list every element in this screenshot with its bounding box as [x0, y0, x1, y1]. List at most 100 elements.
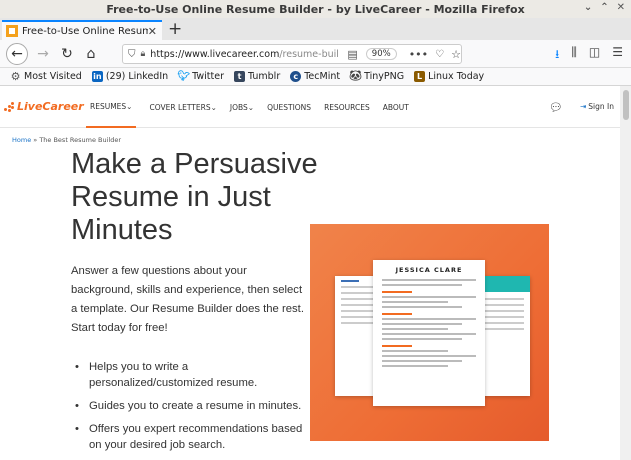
chat-icon[interactable]: 💬︎ [549, 101, 563, 114]
menu-label: RESUMES [90, 101, 127, 111]
tecmint-icon: c [290, 71, 302, 82]
text-line [382, 306, 462, 308]
text-line [382, 365, 448, 367]
section-accent-line [382, 313, 412, 315]
text-line [382, 360, 462, 362]
url-text[interactable]: https://www.livecareer.com/resume-buil [150, 49, 339, 60]
home-button[interactable]: ⌂ [80, 43, 102, 65]
menu-item-jobs[interactable]: JOBS ⌄ [230, 86, 254, 128]
new-tab-button[interactable]: + [168, 19, 182, 39]
title-bar: Free-to-Use Online Resume Builder - by L… [0, 0, 631, 18]
sign-in-icon: ⇥ [580, 102, 587, 111]
resume-preview-hero: JESSICA CLARE [310, 224, 549, 441]
resume-name: JESSICA CLARE [395, 266, 463, 274]
close-window-button[interactable]: ✕ [617, 2, 625, 13]
livecareer-favicon-icon [6, 25, 18, 37]
url-bar[interactable]: ⛉ 🔒︎ https://www.livecareer.com/resume-b… [122, 44, 462, 64]
resume-template-main: JESSICA CLARE [373, 260, 485, 406]
page-scrollbar[interactable] [620, 86, 631, 460]
lock-icon[interactable]: 🔒︎ [141, 49, 146, 59]
zoom-level-badge[interactable]: 90% [365, 48, 397, 60]
text-line [382, 284, 462, 286]
bookmark-linkedin[interactable]: in (29) LinkedIn [91, 71, 169, 82]
section-accent-line [382, 291, 412, 293]
text-line [341, 280, 359, 282]
main-menu: RESUMES ⌄ COVER LETTERS ⌄ JOBS ⌄ QUESTIO… [86, 86, 409, 128]
menu-icon[interactable]: ☰ [612, 45, 623, 66]
tab-close-icon[interactable]: ✕ [148, 25, 162, 38]
reload-button[interactable]: ↻ [56, 43, 78, 65]
text-line [382, 296, 476, 298]
download-icon[interactable]: ⭳ [555, 45, 559, 66]
linuxtoday-icon: L [414, 71, 426, 82]
bookmark-label: Tumblr [248, 71, 281, 82]
bookmark-tinypng[interactable]: 🐼︎ TinyPNG [349, 71, 404, 82]
text-line [382, 318, 476, 320]
pocket-icon[interactable]: ♡ [435, 49, 444, 60]
bookmark-most-visited[interactable]: ⚙ Most Visited [10, 70, 82, 83]
sign-in-link[interactable]: ⇥ Sign In [580, 102, 614, 111]
breadcrumb-home-link[interactable]: Home [12, 136, 31, 144]
text-line [382, 333, 476, 335]
page-actions-button[interactable]: ••• [409, 48, 428, 61]
maximize-button[interactable]: ⌃ [600, 2, 608, 13]
chevron-down-icon: ⌄ [247, 102, 255, 112]
url-host: https://www.livecareer.com [150, 48, 280, 60]
back-button[interactable]: ← [6, 43, 28, 65]
sign-in-label: Sign In [588, 102, 615, 111]
intro-paragraph: Answer a few questions about your backgr… [71, 265, 304, 334]
teal-header-bar [480, 276, 530, 292]
menu-item-questions[interactable]: QUESTIONS [267, 86, 311, 128]
window-title: Free-to-Use Online Resume Builder - by L… [106, 2, 525, 16]
reader-view-icon[interactable]: ▤ [347, 48, 357, 61]
firefox-window: Free-to-Use Online Resume Builder - by L… [0, 0, 631, 460]
menu-item-resources[interactable]: RESOURCES [324, 86, 370, 128]
sidebar-icon[interactable]: ◫ [589, 45, 600, 66]
bookmark-label: (29) LinkedIn [105, 71, 169, 82]
list-item: Helps you to write a personalized/custom… [75, 359, 315, 391]
bookmark-label: Linux Today [428, 71, 485, 82]
url-path: /resume-buil [279, 48, 339, 60]
site-header: LiveCareer RESUMES ⌄ COVER LETTERS ⌄ JOB… [0, 86, 620, 128]
text-line [382, 323, 462, 325]
section-accent-line [382, 345, 412, 347]
text-line [382, 328, 448, 330]
logo-mark-icon [4, 101, 14, 112]
logo-text: LiveCareer [17, 100, 84, 113]
list-item: Offers you expert recommendations based … [75, 421, 315, 453]
breadcrumb: Home » The Best Resume Builder [12, 136, 121, 144]
bookmark-label: Most Visited [24, 71, 82, 82]
livecareer-logo[interactable]: LiveCareer [4, 100, 84, 113]
bookmark-tumblr[interactable]: t Tumblr [234, 71, 280, 82]
window-controls: ⌄ ⌃ ✕ [584, 2, 625, 13]
feature-list: Helps you to write a personalized/custom… [75, 359, 315, 460]
bookmark-twitter[interactable]: 🐦︎ Twitter [177, 71, 225, 82]
list-item: Guides you to create a resume in minutes… [75, 398, 315, 414]
menu-label: RESOURCES [324, 102, 370, 112]
menu-label: ABOUT [382, 102, 409, 112]
tab-bar: Free-to-Use Online Resume B ✕ + [0, 18, 631, 40]
bookmark-star-icon[interactable]: ☆ [451, 48, 461, 61]
menu-item-cover-letters[interactable]: COVER LETTERS ⌄ [149, 86, 216, 128]
tab-active[interactable]: Free-to-Use Online Resume B ✕ [2, 20, 162, 40]
tumblr-icon: t [234, 71, 246, 82]
text-line [382, 338, 462, 340]
menu-item-about[interactable]: ABOUT [383, 86, 409, 128]
library-icon[interactable]: ⫼ [571, 45, 577, 66]
bookmark-label: Twitter [192, 71, 225, 82]
text-line [382, 301, 448, 303]
bookmarks-toolbar: ⚙ Most Visited in (29) LinkedIn 🐦︎ Twitt… [0, 68, 631, 86]
linkedin-icon: in [91, 71, 103, 82]
menu-label: COVER LETTERS [149, 102, 211, 112]
bookmark-linux-today[interactable]: L Linux Today [414, 71, 484, 82]
twitter-icon: 🐦︎ [177, 71, 191, 82]
scrollbar-thumb[interactable] [623, 90, 629, 120]
tracking-shield-icon[interactable]: ⛉ [128, 49, 136, 60]
bookmark-tecmint[interactable]: c TecMint [290, 71, 340, 82]
minimize-button[interactable]: ⌄ [584, 2, 592, 13]
forward-button[interactable]: → [32, 43, 54, 65]
tinypng-icon: 🐼︎ [349, 71, 362, 82]
text-line [382, 279, 476, 281]
tab-title: Free-to-Use Online Resume B [22, 25, 148, 37]
menu-item-resumes[interactable]: RESUMES ⌄ [86, 86, 137, 128]
